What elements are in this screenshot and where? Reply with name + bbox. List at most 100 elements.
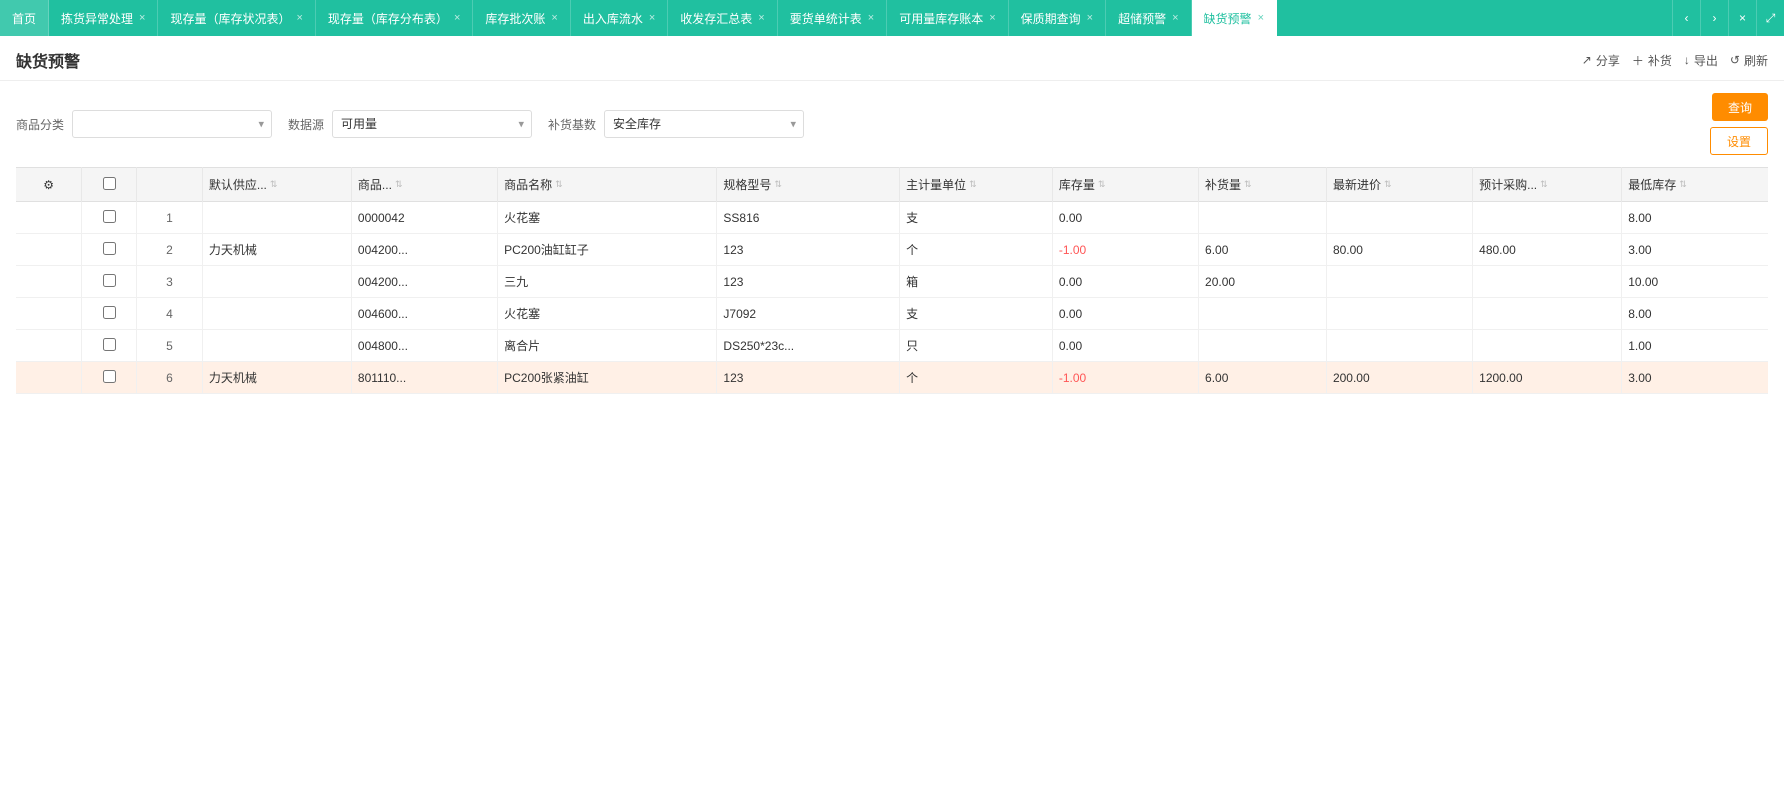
th-forecast-label: 预计采购... <box>1479 176 1537 193</box>
share-button[interactable]: ↗ 分享 <box>1582 52 1620 69</box>
th-code[interactable]: 商品... ⇅ <box>351 168 497 202</box>
forecast-sort-icon: ⇅ <box>1540 179 1548 190</box>
tab-shortage[interactable]: 缺货预警 × <box>1192 0 1277 36</box>
query-button[interactable]: 查询 <box>1712 93 1768 121</box>
settings-button[interactable]: 设置 <box>1710 127 1768 155</box>
row-checkbox[interactable] <box>103 242 116 255</box>
row-gear <box>16 266 82 298</box>
tab-stock-status[interactable]: 现存量（库存状况表） × <box>158 0 315 36</box>
th-replenish[interactable]: 补货量 ⇅ <box>1199 168 1327 202</box>
th-spec[interactable]: 规格型号 ⇅ <box>717 168 900 202</box>
row-replenish <box>1199 298 1327 330</box>
table-wrapper: ⚙ 默认供应... ⇅ 商品... <box>0 167 1784 394</box>
row-gear <box>16 202 82 234</box>
row-checkbox[interactable] <box>103 370 116 383</box>
category-select[interactable] <box>72 110 272 138</box>
replenish-icon: ＋ <box>1632 52 1644 69</box>
tab-bar: 首页 拣货异常处理 × 现存量（库存状况表） × 现存量（库存分布表） × 库存… <box>0 0 1784 36</box>
tab-receive-summary[interactable]: 收发存汇总表 × <box>668 0 777 36</box>
row-spec: J7092 <box>717 298 900 330</box>
row-checkbox[interactable] <box>103 274 116 287</box>
row-latest-price <box>1326 330 1472 362</box>
th-latest-price[interactable]: 最新进价 ⇅ <box>1326 168 1472 202</box>
close-stock-dist-tab[interactable]: × <box>454 12 460 24</box>
th-gear[interactable]: ⚙ <box>16 168 82 202</box>
row-forecast-purchase: 480.00 <box>1473 234 1622 266</box>
tab-expiry-query[interactable]: 保质期查询 × <box>1009 0 1106 36</box>
row-checkbox[interactable] <box>103 338 116 351</box>
row-stock: 0.00 <box>1052 298 1198 330</box>
category-label: 商品分类 <box>16 116 64 133</box>
th-latest-price-label: 最新进价 <box>1333 176 1381 193</box>
row-latest-price <box>1326 298 1472 330</box>
spec-sort-icon: ⇅ <box>774 179 782 190</box>
tab-inout-flow[interactable]: 出入库流水 × <box>571 0 668 36</box>
row-num: 3 <box>137 266 203 298</box>
tab-close-all[interactable]: × <box>1728 0 1756 36</box>
tab-home[interactable]: 首页 <box>0 0 49 36</box>
replenish-base-select[interactable]: 安全库存 最低库存 <box>604 110 804 138</box>
tab-exception[interactable]: 拣货异常处理 × <box>49 0 158 36</box>
export-button[interactable]: ↓ 导出 <box>1684 52 1718 69</box>
row-code: 004200... <box>351 266 497 298</box>
tab-order-stats[interactable]: 要货单统计表 × <box>778 0 887 36</box>
row-min-stock: 3.00 <box>1622 234 1768 266</box>
row-num: 5 <box>137 330 203 362</box>
supplier-sort-icon: ⇅ <box>270 179 278 190</box>
row-forecast-purchase: 1200.00 <box>1473 362 1622 394</box>
row-min-stock: 3.00 <box>1622 362 1768 394</box>
row-supplier <box>202 330 351 362</box>
row-name: 三九 <box>498 266 717 298</box>
row-num: 1 <box>137 202 203 234</box>
table-row: 5 004800... 离合片 DS250*23c... 只 0.00 1.00 <box>16 330 1768 362</box>
row-checkbox[interactable] <box>103 210 116 223</box>
row-supplier <box>202 298 351 330</box>
row-num: 4 <box>137 298 203 330</box>
datasource-select[interactable]: 可用量 库存量 <box>332 110 532 138</box>
refresh-button[interactable]: ↺ 刷新 <box>1730 52 1768 69</box>
tab-scroll-right[interactable]: › <box>1700 0 1728 36</box>
th-stock[interactable]: 库存量 ⇅ <box>1052 168 1198 202</box>
row-code: 004600... <box>351 298 497 330</box>
close-receive-summary-tab[interactable]: × <box>758 12 764 24</box>
row-forecast-purchase <box>1473 202 1622 234</box>
code-sort-icon: ⇅ <box>395 179 403 190</box>
replenish-base-filter-group: 补货基数 安全库存 最低库存 ▾ <box>548 110 804 138</box>
tab-batch-account[interactable]: 库存批次账 × <box>473 0 570 36</box>
th-stock-label: 库存量 <box>1059 176 1095 193</box>
row-stock: -1.00 <box>1052 234 1198 266</box>
close-batch-account-tab[interactable]: × <box>551 12 557 24</box>
row-gear <box>16 330 82 362</box>
th-name[interactable]: 商品名称 ⇅ <box>498 168 717 202</box>
tab-available-ledger[interactable]: 可用量库存账本 × <box>887 0 1008 36</box>
row-spec: 123 <box>717 362 900 394</box>
tab-stock-dist[interactable]: 现存量（库存分布表） × <box>316 0 473 36</box>
close-shortage-tab[interactable]: × <box>1258 12 1264 24</box>
tab-scroll-left[interactable]: ‹ <box>1672 0 1700 36</box>
page-header: 缺货预警 ↗ 分享 ＋ 补货 ↓ 导出 ↺ 刷新 <box>0 36 1784 81</box>
close-available-ledger-tab[interactable]: × <box>989 12 995 24</box>
tab-overstock[interactable]: 超储预警 × <box>1106 0 1191 36</box>
close-inout-flow-tab[interactable]: × <box>649 12 655 24</box>
row-checkbox[interactable] <box>103 306 116 319</box>
row-name: 离合片 <box>498 330 717 362</box>
close-order-stats-tab[interactable]: × <box>868 12 874 24</box>
close-expiry-query-tab[interactable]: × <box>1087 12 1093 24</box>
close-overstock-tab[interactable]: × <box>1172 12 1178 24</box>
replenish-button[interactable]: ＋ 补货 <box>1632 52 1672 69</box>
row-forecast-purchase <box>1473 330 1622 362</box>
th-min-stock[interactable]: 最低库存 ⇅ <box>1622 168 1768 202</box>
th-unit[interactable]: 主计量单位 ⇅ <box>900 168 1053 202</box>
th-unit-label: 主计量单位 <box>906 176 966 193</box>
row-latest-price <box>1326 266 1472 298</box>
close-exception-tab[interactable]: × <box>139 12 145 24</box>
row-check-cell <box>82 266 137 298</box>
tab-expand[interactable]: ⤢ <box>1756 0 1784 36</box>
th-forecast[interactable]: 预计采购... ⇅ <box>1473 168 1622 202</box>
th-supplier[interactable]: 默认供应... ⇅ <box>202 168 351 202</box>
category-select-wrapper: ▾ <box>72 110 272 138</box>
close-stock-status-tab[interactable]: × <box>296 12 302 24</box>
select-all-checkbox[interactable] <box>103 177 116 190</box>
row-name: PC200张紧油缸 <box>498 362 717 394</box>
filter-bar: 商品分类 ▾ 数据源 可用量 库存量 ▾ 补货基数 安全库 <box>0 81 1784 167</box>
